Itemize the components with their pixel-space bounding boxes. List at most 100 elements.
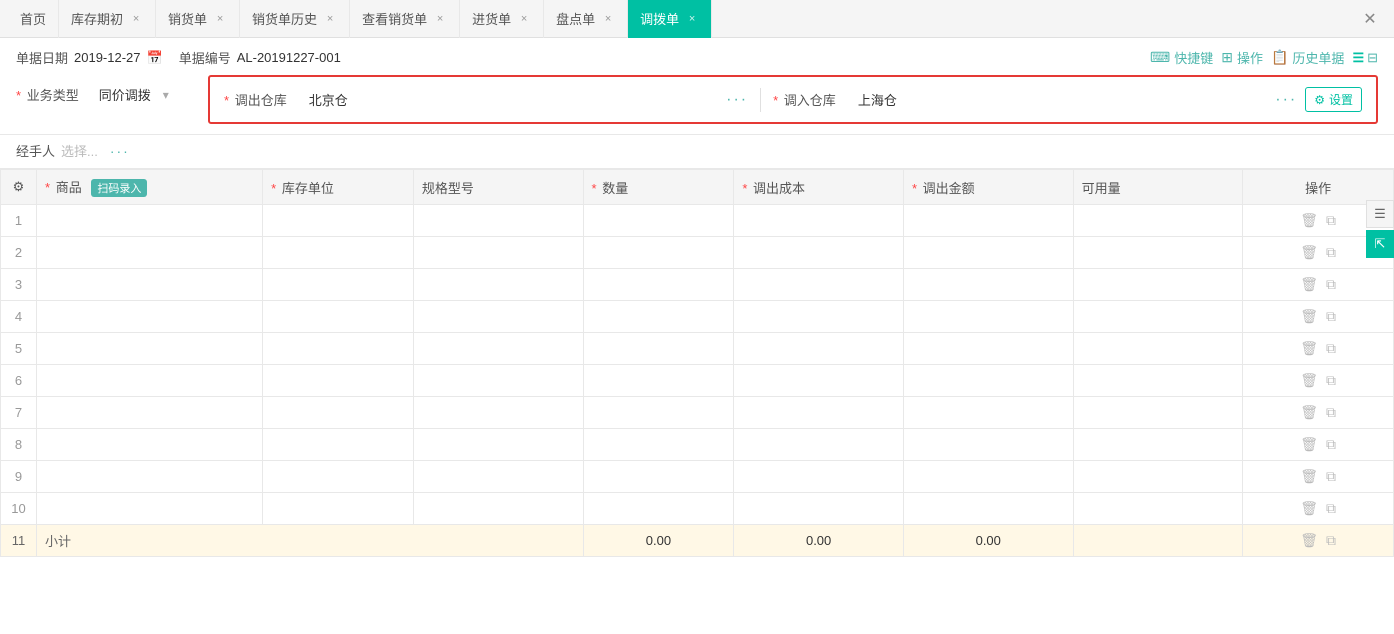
scan-button[interactable]: 扫码录入 [91, 179, 147, 197]
row-goods-9[interactable] [37, 461, 263, 493]
row-amount-5[interactable] [903, 333, 1073, 365]
row-spec-2[interactable] [413, 237, 583, 269]
row-available-7[interactable] [1073, 397, 1243, 429]
row-qty-5[interactable] [583, 333, 734, 365]
row-unit-8[interactable] [263, 429, 414, 461]
row-available-1[interactable] [1073, 205, 1243, 237]
doc-date-value[interactable]: 2019-12-27 [74, 50, 141, 65]
row-spec-6[interactable] [413, 365, 583, 397]
float-list-icon[interactable]: ☰ [1366, 200, 1394, 228]
copy-icon-1[interactable]: ⧉ [1326, 212, 1336, 229]
row-available-5[interactable] [1073, 333, 1243, 365]
tab-view-sales-close[interactable]: × [433, 12, 447, 26]
row-cost-2[interactable] [734, 237, 904, 269]
row-amount-2[interactable] [903, 237, 1073, 269]
row-spec-7[interactable] [413, 397, 583, 429]
row-unit-5[interactable] [263, 333, 414, 365]
row-unit-3[interactable] [263, 269, 414, 301]
settings-button[interactable]: ⚙ 设置 [1305, 87, 1362, 112]
subtotal-copy-icon[interactable]: ⧉ [1326, 532, 1336, 549]
business-type-value[interactable]: 同价调拨 [99, 85, 151, 104]
row-qty-7[interactable] [583, 397, 734, 429]
delete-icon-5[interactable]: 🗑 [1300, 340, 1318, 357]
copy-icon-8[interactable]: ⧉ [1326, 436, 1336, 453]
layout-list-icon[interactable]: ☰ [1352, 50, 1364, 66]
row-available-4[interactable] [1073, 301, 1243, 333]
row-qty-9[interactable] [583, 461, 734, 493]
row-cost-8[interactable] [734, 429, 904, 461]
row-goods-7[interactable] [37, 397, 263, 429]
delete-icon-7[interactable]: 🗑 [1300, 404, 1318, 421]
row-unit-6[interactable] [263, 365, 414, 397]
row-spec-8[interactable] [413, 429, 583, 461]
row-available-9[interactable] [1073, 461, 1243, 493]
row-unit-7[interactable] [263, 397, 414, 429]
tab-inventory-check[interactable]: 盘点单 × [544, 0, 628, 38]
row-spec-1[interactable] [413, 205, 583, 237]
col-settings-header[interactable]: ⚙ [1, 170, 37, 205]
row-available-3[interactable] [1073, 269, 1243, 301]
copy-icon-5[interactable]: ⧉ [1326, 340, 1336, 357]
history-button[interactable]: 📋 历史单据 [1271, 48, 1344, 67]
shortcuts-button[interactable]: ⌨ 快捷键 [1150, 48, 1213, 67]
handler-placeholder[interactable]: 选择... [61, 141, 98, 160]
copy-icon-9[interactable]: ⧉ [1326, 468, 1336, 485]
row-qty-1[interactable] [583, 205, 734, 237]
delete-icon-8[interactable]: 🗑 [1300, 436, 1318, 453]
delete-icon-6[interactable]: 🗑 [1300, 372, 1318, 389]
table-settings-icon[interactable]: ⚙ [13, 179, 25, 194]
copy-icon-3[interactable]: ⧉ [1326, 276, 1336, 293]
row-cost-7[interactable] [734, 397, 904, 429]
tab-purchase-order[interactable]: 进货单 × [460, 0, 544, 38]
row-goods-1[interactable] [37, 205, 263, 237]
row-spec-3[interactable] [413, 269, 583, 301]
subtotal-delete-icon[interactable]: 🗑 [1300, 532, 1318, 549]
handler-more-icon[interactable]: ··· [110, 143, 130, 159]
row-goods-4[interactable] [37, 301, 263, 333]
tab-sales-order-close[interactable]: × [213, 12, 227, 26]
tab-transfer-order-close[interactable]: × [685, 12, 699, 26]
row-spec-9[interactable] [413, 461, 583, 493]
row-goods-8[interactable] [37, 429, 263, 461]
warehouse-out-value[interactable]: 北京仓 [309, 90, 348, 109]
row-spec-4[interactable] [413, 301, 583, 333]
row-available-10[interactable] [1073, 493, 1243, 525]
window-close-button[interactable]: ✕ [1354, 3, 1386, 35]
float-expand-icon[interactable]: ⇱ [1366, 230, 1394, 258]
row-available-6[interactable] [1073, 365, 1243, 397]
row-cost-10[interactable] [734, 493, 904, 525]
row-unit-4[interactable] [263, 301, 414, 333]
tab-view-sales[interactable]: 查看销货单 × [350, 0, 460, 38]
row-amount-9[interactable] [903, 461, 1073, 493]
row-unit-9[interactable] [263, 461, 414, 493]
warehouse-out-more-icon[interactable]: ··· [726, 91, 748, 109]
layout-grid-icon[interactable]: ⊟ [1367, 50, 1378, 66]
warehouse-in-more-icon[interactable]: ··· [1275, 91, 1297, 109]
row-cost-1[interactable] [734, 205, 904, 237]
row-available-8[interactable] [1073, 429, 1243, 461]
delete-icon-10[interactable]: 🗑 [1300, 500, 1318, 517]
row-qty-2[interactable] [583, 237, 734, 269]
row-cost-3[interactable] [734, 269, 904, 301]
row-cost-4[interactable] [734, 301, 904, 333]
row-cost-5[interactable] [734, 333, 904, 365]
business-type-dropdown-icon[interactable]: ▾ [163, 88, 169, 102]
warehouse-in-value[interactable]: 上海仓 [858, 90, 897, 109]
tab-inventory-check-close[interactable]: × [601, 12, 615, 26]
row-qty-10[interactable] [583, 493, 734, 525]
tab-sales-history[interactable]: 销货单历史 × [240, 0, 350, 38]
delete-icon-2[interactable]: 🗑 [1300, 244, 1318, 261]
row-available-2[interactable] [1073, 237, 1243, 269]
row-goods-6[interactable] [37, 365, 263, 397]
copy-icon-2[interactable]: ⧉ [1326, 244, 1336, 261]
tab-home[interactable]: 首页 [8, 0, 59, 38]
tab-purchase-order-close[interactable]: × [517, 12, 531, 26]
row-cost-9[interactable] [734, 461, 904, 493]
row-goods-2[interactable] [37, 237, 263, 269]
row-goods-3[interactable] [37, 269, 263, 301]
row-unit-10[interactable] [263, 493, 414, 525]
row-goods-5[interactable] [37, 333, 263, 365]
tab-sales-order[interactable]: 销货单 × [156, 0, 240, 38]
row-amount-3[interactable] [903, 269, 1073, 301]
row-amount-6[interactable] [903, 365, 1073, 397]
